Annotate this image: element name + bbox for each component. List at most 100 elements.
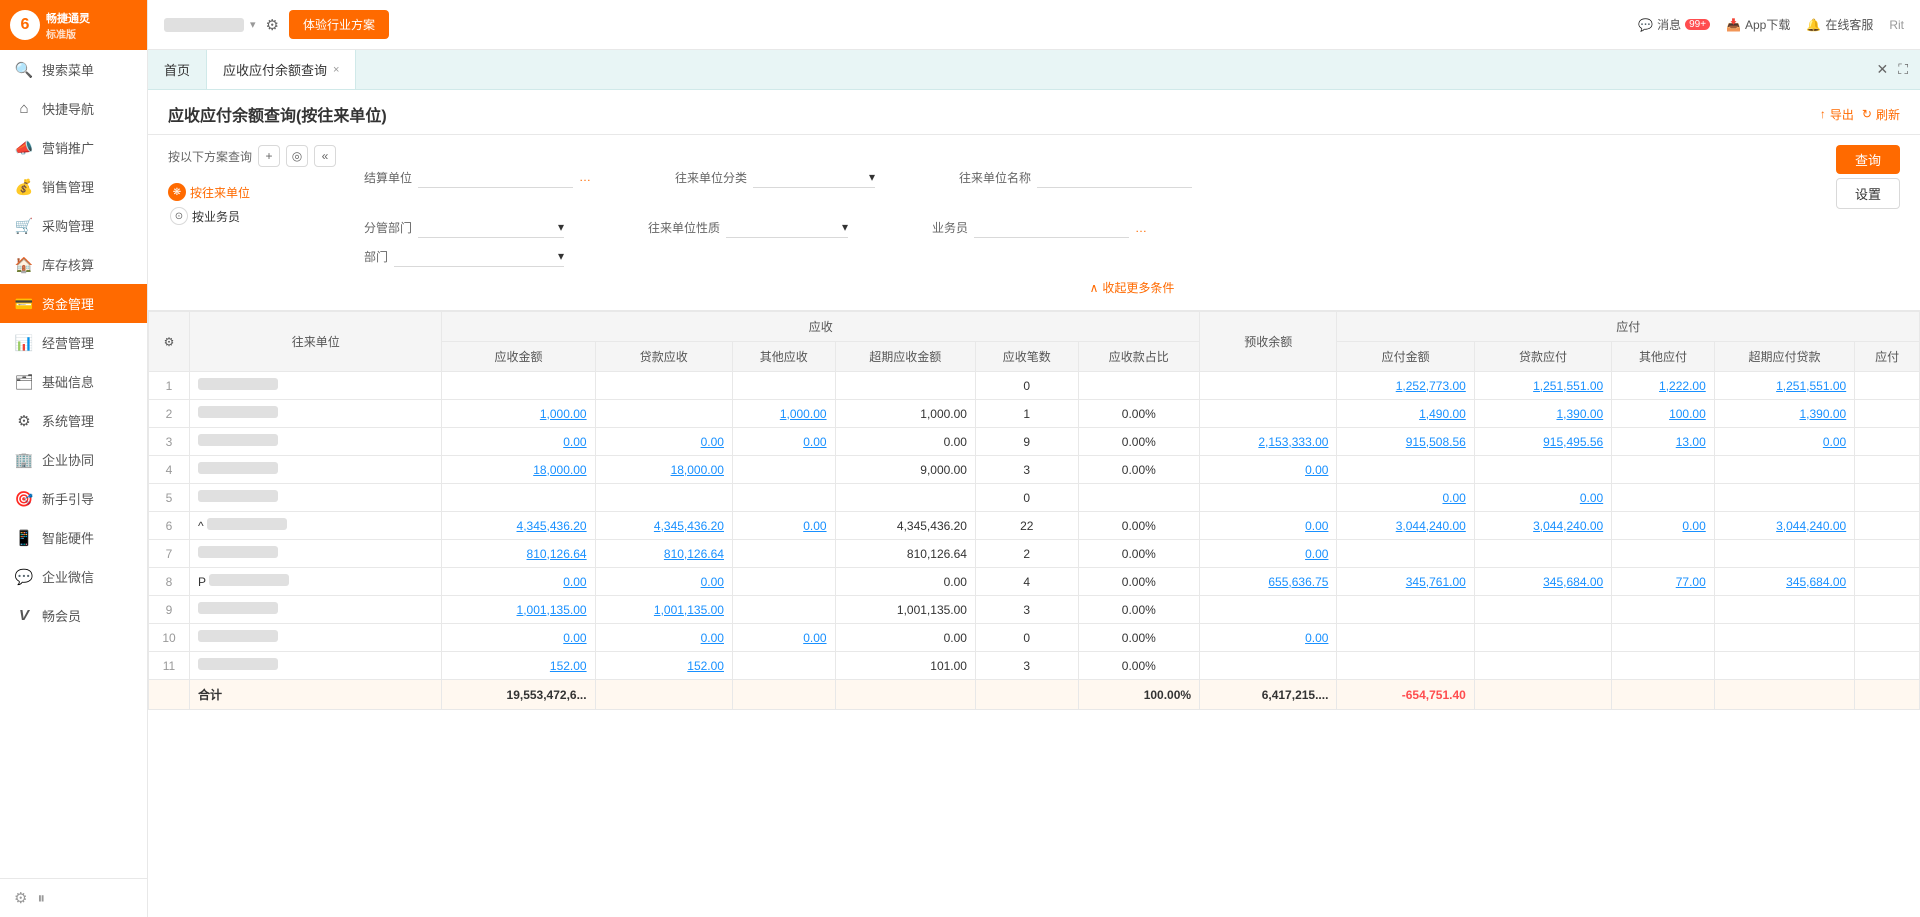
cell-link[interactable]: 18,000.00 bbox=[671, 463, 724, 477]
export-btn[interactable]: ↑ 导出 bbox=[1820, 106, 1854, 123]
cell-link[interactable]: 1,001,135.00 bbox=[654, 603, 724, 617]
settlement-unit-ellipsis[interactable]: … bbox=[579, 170, 591, 184]
refresh-btn[interactable]: ↻ 刷新 bbox=[1862, 106, 1900, 123]
partner-nature-select[interactable]: ▾ bbox=[726, 217, 848, 238]
collapse-icon[interactable]: ⏸ bbox=[37, 890, 45, 907]
cell-link[interactable]: 0.00 bbox=[563, 435, 586, 449]
cell-link[interactable]: 3,044,240.00 bbox=[1776, 519, 1846, 533]
cell-link[interactable]: 0.00 bbox=[1305, 547, 1328, 561]
cell-link[interactable]: 915,508.56 bbox=[1406, 435, 1466, 449]
cell-link[interactable]: 0.00 bbox=[1305, 463, 1328, 477]
maximize-icon[interactable]: ⛶ bbox=[1898, 61, 1908, 78]
cell-link[interactable]: 1,000.00 bbox=[540, 407, 587, 421]
cell-link[interactable]: 345,684.00 bbox=[1786, 575, 1846, 589]
collapse-scheme-btn[interactable]: « bbox=[314, 145, 336, 167]
sidebar-item-hardware[interactable]: 📱 智能硬件 bbox=[0, 518, 147, 557]
sidebar-item-marketing[interactable]: 📣 营销推广 bbox=[0, 128, 147, 167]
sidebar-item-enterprise[interactable]: 🏢 企业协同 bbox=[0, 440, 147, 479]
cell-link[interactable]: 4,345,436.20 bbox=[517, 519, 587, 533]
collapse-more-btn[interactable]: ∧ 收起更多条件 bbox=[364, 275, 1900, 300]
total-cell-empty bbox=[149, 680, 190, 710]
cell-link[interactable]: 152.00 bbox=[550, 659, 587, 673]
cell-link[interactable]: 0.00 bbox=[1580, 491, 1603, 505]
app-download-btn[interactable]: 📥 App下载 bbox=[1726, 16, 1790, 33]
sidebar-item-basic-info[interactable]: 🗂 基础信息 bbox=[0, 362, 147, 401]
cell-link[interactable]: 1,390.00 bbox=[1556, 407, 1603, 421]
notification-btn[interactable]: 💬 消息 99+ bbox=[1638, 16, 1710, 33]
filter-by-partner[interactable]: ❋ 按往来单位 bbox=[168, 183, 348, 201]
tab-home[interactable]: 首页 bbox=[148, 50, 207, 89]
sidebar-item-guide[interactable]: 🎯 新手引导 bbox=[0, 479, 147, 518]
cell-link[interactable]: 0.00 bbox=[803, 519, 826, 533]
cell-link[interactable]: 0.00 bbox=[1305, 631, 1328, 645]
add-scheme-btn[interactable]: + bbox=[258, 145, 280, 167]
cell-link[interactable]: 4,345,436.20 bbox=[654, 519, 724, 533]
cell-link[interactable]: 152.00 bbox=[687, 659, 724, 673]
cell-link[interactable]: 1,000.00 bbox=[780, 407, 827, 421]
partner-category-select[interactable]: ▾ bbox=[753, 167, 875, 188]
edit-scheme-btn[interactable]: ◎ bbox=[286, 145, 308, 167]
salesperson-ellipsis[interactable]: … bbox=[1135, 221, 1147, 235]
cell-link[interactable]: 2,153,333.00 bbox=[1258, 435, 1328, 449]
cell-link[interactable]: 810,126.64 bbox=[664, 547, 724, 561]
online-service-btn[interactable]: 🔔 在线客服 bbox=[1806, 16, 1873, 33]
cell-link[interactable]: 1,251,551.00 bbox=[1776, 379, 1846, 393]
sidebar-item-finance[interactable]: 💳 资金管理 bbox=[0, 284, 147, 323]
cell-link[interactable]: 1,252,773.00 bbox=[1396, 379, 1466, 393]
cell-link[interactable]: 1,251,551.00 bbox=[1533, 379, 1603, 393]
query-btn[interactable]: 查询 bbox=[1836, 145, 1900, 174]
cell-link[interactable]: 0.00 bbox=[803, 631, 826, 645]
tab-active[interactable]: 应收应付余额查询 × bbox=[207, 50, 356, 89]
sidebar-item-purchase[interactable]: 🛒 采购管理 bbox=[0, 206, 147, 245]
cell-link[interactable]: 1,390.00 bbox=[1799, 407, 1846, 421]
cell-link[interactable]: 1,490.00 bbox=[1419, 407, 1466, 421]
masked-partner bbox=[198, 406, 278, 418]
cell-link[interactable]: 0.00 bbox=[1442, 491, 1465, 505]
cell-link[interactable]: 100.00 bbox=[1669, 407, 1706, 421]
cell-link[interactable]: 655,636.75 bbox=[1268, 575, 1328, 589]
cell-link[interactable]: 0.00 bbox=[803, 435, 826, 449]
department-select[interactable]: ▾ bbox=[394, 246, 564, 267]
cell-link[interactable]: 0.00 bbox=[1823, 435, 1846, 449]
cell-link[interactable]: 810,126.64 bbox=[527, 547, 587, 561]
sidebar-item-member[interactable]: V 畅会员 bbox=[0, 596, 147, 635]
cell-link[interactable]: 345,761.00 bbox=[1406, 575, 1466, 589]
sidebar-item-quick-nav[interactable]: ⌂ 快捷导航 bbox=[0, 89, 147, 128]
sidebar-item-search-menu[interactable]: 🔍 搜索菜单 bbox=[0, 50, 147, 89]
salesperson-input[interactable] bbox=[974, 217, 1129, 238]
cell-link[interactable]: 1,222.00 bbox=[1659, 379, 1706, 393]
cell-link[interactable]: 1,001,135.00 bbox=[517, 603, 587, 617]
sidebar-item-warehouse[interactable]: 🏠 库存核算 bbox=[0, 245, 147, 284]
sidebar-item-sales[interactable]: 💰 销售管理 bbox=[0, 167, 147, 206]
partner-name-input[interactable] bbox=[1037, 167, 1192, 188]
col-settings-header[interactable]: ⚙ bbox=[149, 312, 190, 372]
page-header-actions: ↑ 导出 ↻ 刷新 bbox=[1820, 106, 1900, 123]
sidebar-item-operations[interactable]: 📊 经营管理 bbox=[0, 323, 147, 362]
cell-link[interactable]: 3,044,240.00 bbox=[1396, 519, 1466, 533]
cell-link[interactable]: 13.00 bbox=[1676, 435, 1706, 449]
trial-industry-btn[interactable]: 体验行业方案 bbox=[289, 10, 389, 39]
col-settings-icon[interactable]: ⚙ bbox=[157, 330, 181, 354]
cell-link[interactable]: 0.00 bbox=[563, 631, 586, 645]
cell-link[interactable]: 0.00 bbox=[701, 631, 724, 645]
settings-btn[interactable]: 设置 bbox=[1836, 178, 1900, 209]
close-window-icon[interactable]: ✕ bbox=[1876, 61, 1888, 78]
cell-link[interactable]: 915,495.56 bbox=[1543, 435, 1603, 449]
cell-link[interactable]: 3,044,240.00 bbox=[1533, 519, 1603, 533]
sidebar-item-system[interactable]: ⚙ 系统管理 bbox=[0, 401, 147, 440]
cell-link[interactable]: 0.00 bbox=[1682, 519, 1705, 533]
cell-link[interactable]: 0.00 bbox=[701, 575, 724, 589]
cell-link[interactable]: 0.00 bbox=[701, 435, 724, 449]
cell-link[interactable]: 18,000.00 bbox=[533, 463, 586, 477]
top-bar-gear-icon[interactable]: ⚙ bbox=[266, 16, 279, 34]
filter-by-salesperson[interactable]: ⊙ 按业务员 bbox=[168, 207, 348, 225]
cell-link[interactable]: 0.00 bbox=[563, 575, 586, 589]
tab-close-icon[interactable]: × bbox=[333, 64, 339, 76]
cell-link[interactable]: 77.00 bbox=[1676, 575, 1706, 589]
cell-link[interactable]: 0.00 bbox=[1305, 519, 1328, 533]
sidebar-item-wechat[interactable]: 💬 企业微信 bbox=[0, 557, 147, 596]
settings-icon[interactable]: ⚙ bbox=[14, 889, 27, 907]
dept-manager-select[interactable]: ▾ bbox=[418, 217, 564, 238]
cell-link[interactable]: 345,684.00 bbox=[1543, 575, 1603, 589]
settlement-unit-input[interactable] bbox=[418, 167, 573, 188]
